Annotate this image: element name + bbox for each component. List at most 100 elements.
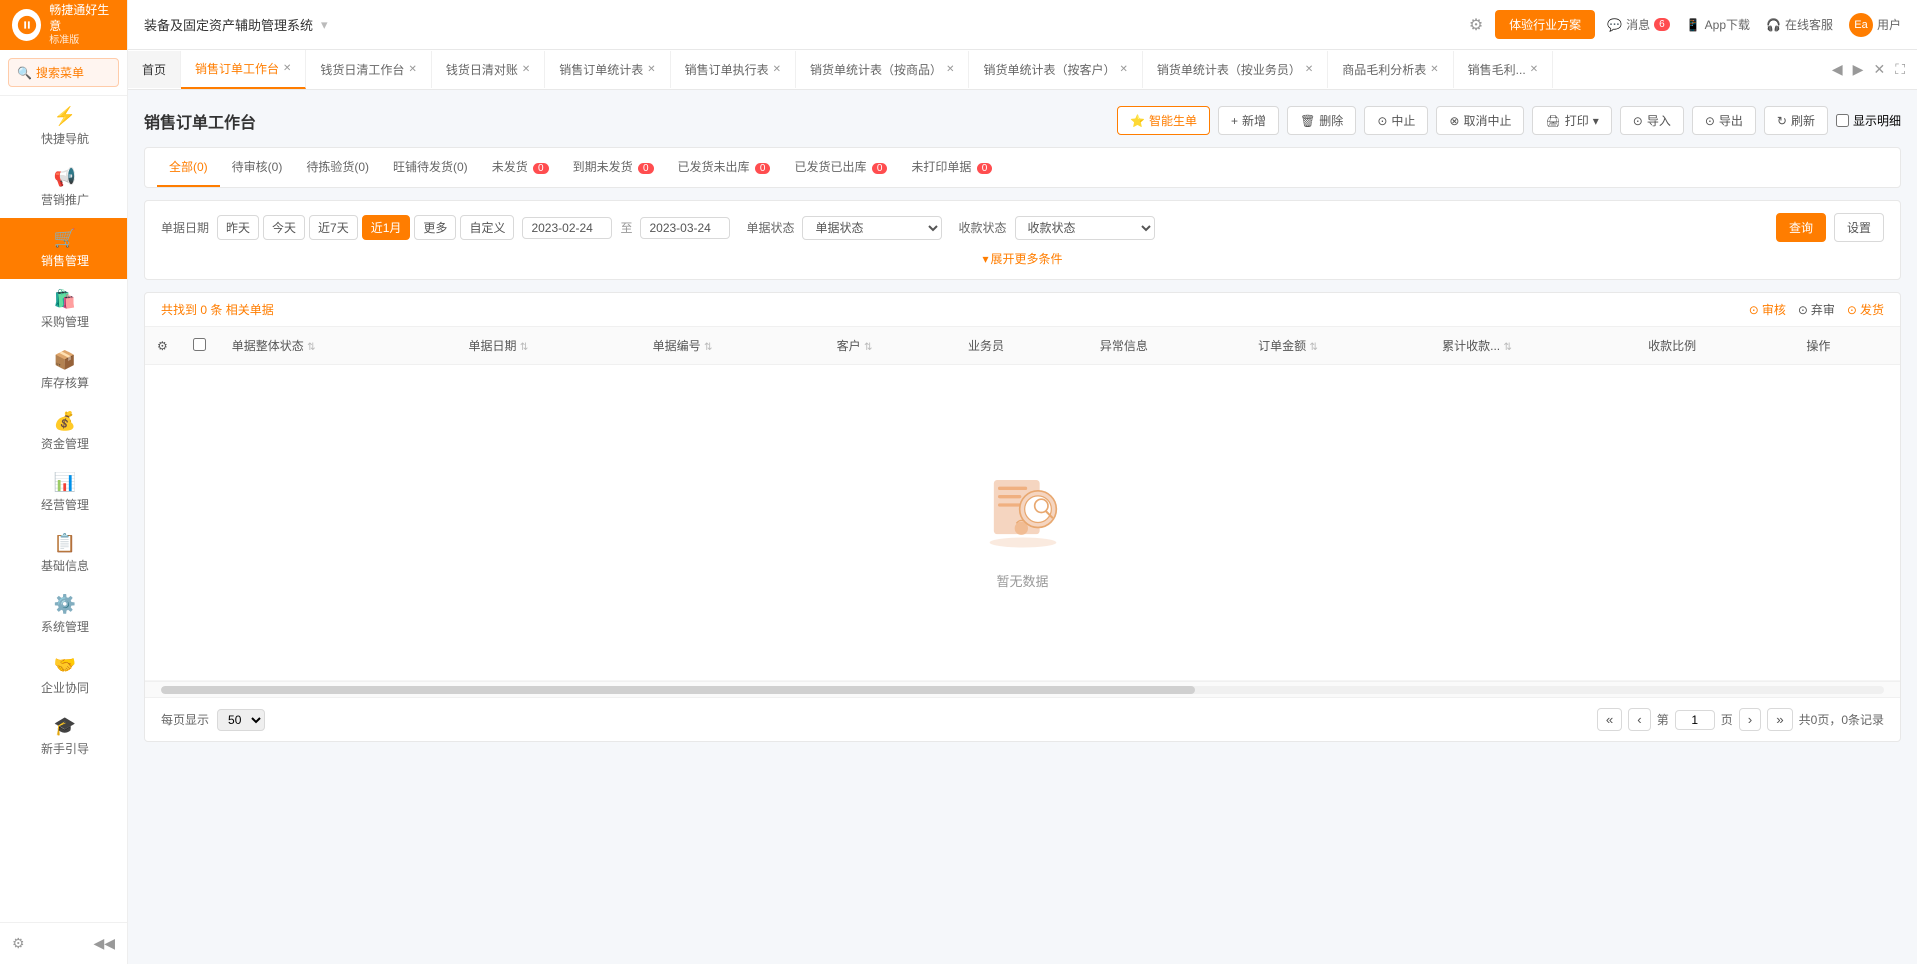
date-today-button[interactable]: 今天 — [263, 215, 305, 240]
tab-close-sales-customer[interactable]: ✕ — [1119, 64, 1127, 75]
tab-close-sales-stats[interactable]: ✕ — [647, 64, 655, 75]
approve-action[interactable]: ⊙ 审核 — [1749, 301, 1786, 318]
date-yesterday-button[interactable]: 昨天 — [217, 215, 259, 240]
tab-close-sales-gross[interactable]: ✕ — [1530, 64, 1538, 75]
tab-close-sales-goods[interactable]: ✕ — [946, 64, 954, 75]
sidebar-item-purchase[interactable]: 🛍️ 采购管理 — [0, 279, 127, 340]
settings-button[interactable]: 设置 — [1834, 213, 1884, 242]
filter-tab-delivered-out[interactable]: 已发货已出库 0 — [782, 148, 899, 187]
tabbar-next-button[interactable]: ▶ — [1849, 57, 1868, 82]
add-button[interactable]: + 新增 — [1218, 106, 1279, 135]
sort-amount-icon[interactable]: ⇅ — [1309, 342, 1317, 353]
filter-tab-pending-review[interactable]: 待审核(0) — [220, 148, 295, 187]
sidebar-item-finance[interactable]: 💰 资金管理 — [0, 401, 127, 462]
date-custom-button[interactable]: 自定义 — [460, 215, 514, 240]
tab-close-sales-execute[interactable]: ✕ — [773, 64, 781, 75]
smart-create-button[interactable]: ⭐ 智能生单 — [1117, 106, 1210, 135]
tab-cash-clearance[interactable]: 钱货日清工作台 ✕ — [306, 51, 431, 88]
import-button[interactable]: ⊙ 导入 — [1620, 106, 1684, 135]
tab-gross-profit[interactable]: 商品毛利分析表 ✕ — [1328, 51, 1453, 88]
show-detail-checkbox-label[interactable]: 显示明细 — [1836, 112, 1901, 129]
sidebar-item-quick-nav[interactable]: ⚡ 快捷导航 — [0, 96, 127, 157]
tab-sales-stats[interactable]: 销售订单统计表 ✕ — [545, 51, 670, 88]
filter-tab-wangpu[interactable]: 旺铺待发货(0) — [381, 148, 480, 187]
sidebar-item-basic[interactable]: 📋 基础信息 — [0, 523, 127, 584]
date-more-button[interactable]: 更多 — [414, 215, 456, 240]
tab-home[interactable]: 首页 — [128, 51, 181, 88]
sort-number-icon[interactable]: ⇅ — [704, 342, 712, 353]
sort-status-icon[interactable]: ⇅ — [307, 342, 315, 353]
sort-customer-icon[interactable]: ⇅ — [864, 342, 872, 353]
sort-date-icon[interactable]: ⇅ — [520, 342, 528, 353]
filter-tab-not-printed[interactable]: 未打印单据 0 — [899, 148, 1004, 187]
expand-conditions-button[interactable]: ▾ 展开更多条件 — [982, 250, 1062, 267]
print-button[interactable]: 🖨 打印 ▾ — [1532, 106, 1611, 135]
status-select[interactable]: 单据状态 — [802, 216, 942, 240]
prev-page-button[interactable]: ‹ — [1628, 708, 1650, 731]
first-page-button[interactable]: « — [1597, 708, 1622, 731]
app-download-button[interactable]: 📱 App下载 — [1686, 16, 1750, 33]
sidebar-collapse-button[interactable]: ◀◀ — [89, 931, 119, 956]
filter-tab-overdue[interactable]: 到期未发货 0 — [561, 148, 666, 187]
print-icon: 🖨 — [1545, 114, 1560, 128]
sidebar-item-system[interactable]: ⚙️ 系统管理 — [0, 584, 127, 645]
tab-sales-staff[interactable]: 销货单统计表（按业务员） ✕ — [1143, 51, 1328, 88]
last-page-button[interactable]: » — [1767, 708, 1792, 731]
delete-button[interactable]: 🗑 删除 — [1287, 106, 1356, 135]
refresh-icon: ↻ — [1777, 114, 1787, 128]
sidebar-settings-button[interactable]: ⚙ — [8, 931, 29, 956]
sidebar-item-marketing[interactable]: 📢 营销推广 — [0, 157, 127, 218]
date-1month-button[interactable]: 近1月 — [362, 215, 411, 240]
sidebar-item-collab[interactable]: 🤝 企业协同 — [0, 645, 127, 706]
online-service-button[interactable]: 🎧 在线客服 — [1766, 16, 1833, 33]
tab-close-sales-staff[interactable]: ✕ — [1305, 64, 1313, 75]
date-start-input[interactable] — [522, 217, 612, 239]
search-menu-button[interactable]: 🔍 搜索菜单 — [8, 58, 119, 87]
sidebar-item-operation[interactable]: 📊 经营管理 — [0, 462, 127, 523]
tabbar-expand-button[interactable]: ⛶ — [1891, 57, 1909, 82]
system-title-text: 装备及固定资产辅助管理系统 — [144, 15, 313, 34]
message-button[interactable]: 💬 消息 6 — [1607, 16, 1670, 33]
sidebar-item-sales[interactable]: 🛒 销售管理 — [0, 218, 127, 279]
reject-action[interactable]: ⊙ 弃审 — [1798, 301, 1835, 318]
tab-sales-goods[interactable]: 销货单统计表（按商品） ✕ — [796, 51, 969, 88]
sort-received-icon[interactable]: ⇅ — [1503, 342, 1511, 353]
filter-tab-all[interactable]: 全部(0) — [157, 148, 220, 187]
sidebar-item-inventory[interactable]: 📦 库存核算 — [0, 340, 127, 401]
deliver-action[interactable]: ⊙ 发货 — [1847, 301, 1884, 318]
sidebar-item-guide[interactable]: 🎓 新手引导 — [0, 706, 127, 767]
filter-tab-delivered-not-out[interactable]: 已发货未出库 0 — [666, 148, 783, 187]
filter-tab-undelivered[interactable]: 未发货 0 — [480, 148, 561, 187]
tabbar-close-all-button[interactable]: ✕ — [1869, 57, 1889, 82]
tab-close-cash-reconcile[interactable]: ✕ — [522, 64, 530, 75]
show-detail-checkbox[interactable] — [1836, 114, 1849, 127]
tab-sales-execute[interactable]: 销售订单执行表 ✕ — [671, 51, 796, 88]
column-settings-icon[interactable]: ⚙ — [157, 339, 168, 353]
date-7days-button[interactable]: 近7天 — [309, 215, 358, 240]
stop-button[interactable]: ⊙ 中止 — [1364, 106, 1428, 135]
tab-cash-reconcile[interactable]: 钱货日清对账 ✕ — [432, 51, 545, 88]
scrollbar-thumb[interactable] — [161, 686, 1195, 694]
col-abnormal: 异常信息 — [1088, 327, 1246, 365]
next-page-button[interactable]: › — [1739, 708, 1761, 731]
topbar-settings-button[interactable]: ⚙ — [1469, 15, 1483, 35]
tab-sales-customer[interactable]: 销货单统计表（按客户） ✕ — [969, 51, 1142, 88]
tab-close-sales-workbench[interactable]: ✕ — [283, 63, 291, 74]
date-end-input[interactable] — [640, 217, 730, 239]
tab-close-cash-clearance[interactable]: ✕ — [408, 64, 416, 75]
page-input[interactable] — [1675, 710, 1715, 730]
refresh-button[interactable]: ↻ 刷新 — [1764, 106, 1828, 135]
query-button[interactable]: 查询 — [1776, 213, 1826, 242]
tab-close-gross-profit[interactable]: ✕ — [1430, 64, 1438, 75]
per-page-select[interactable]: 50 — [217, 709, 265, 731]
industry-solution-button[interactable]: 体验行业方案 — [1495, 10, 1595, 39]
payment-select[interactable]: 收款状态 — [1015, 216, 1155, 240]
tabbar-prev-button[interactable]: ◀ — [1828, 57, 1847, 82]
tab-sales-workbench[interactable]: 销售订单工作台 ✕ — [181, 50, 306, 89]
filter-tab-pending-check[interactable]: 待拣验货(0) — [294, 148, 381, 187]
tab-sales-gross[interactable]: 销售毛利... ✕ — [1454, 51, 1553, 88]
select-all-checkbox[interactable] — [193, 338, 206, 351]
user-button[interactable]: Ea 用户 — [1849, 13, 1901, 37]
cancel-stop-button[interactable]: ⊗ 取消中止 — [1436, 106, 1524, 135]
export-button[interactable]: ⊙ 导出 — [1692, 106, 1756, 135]
